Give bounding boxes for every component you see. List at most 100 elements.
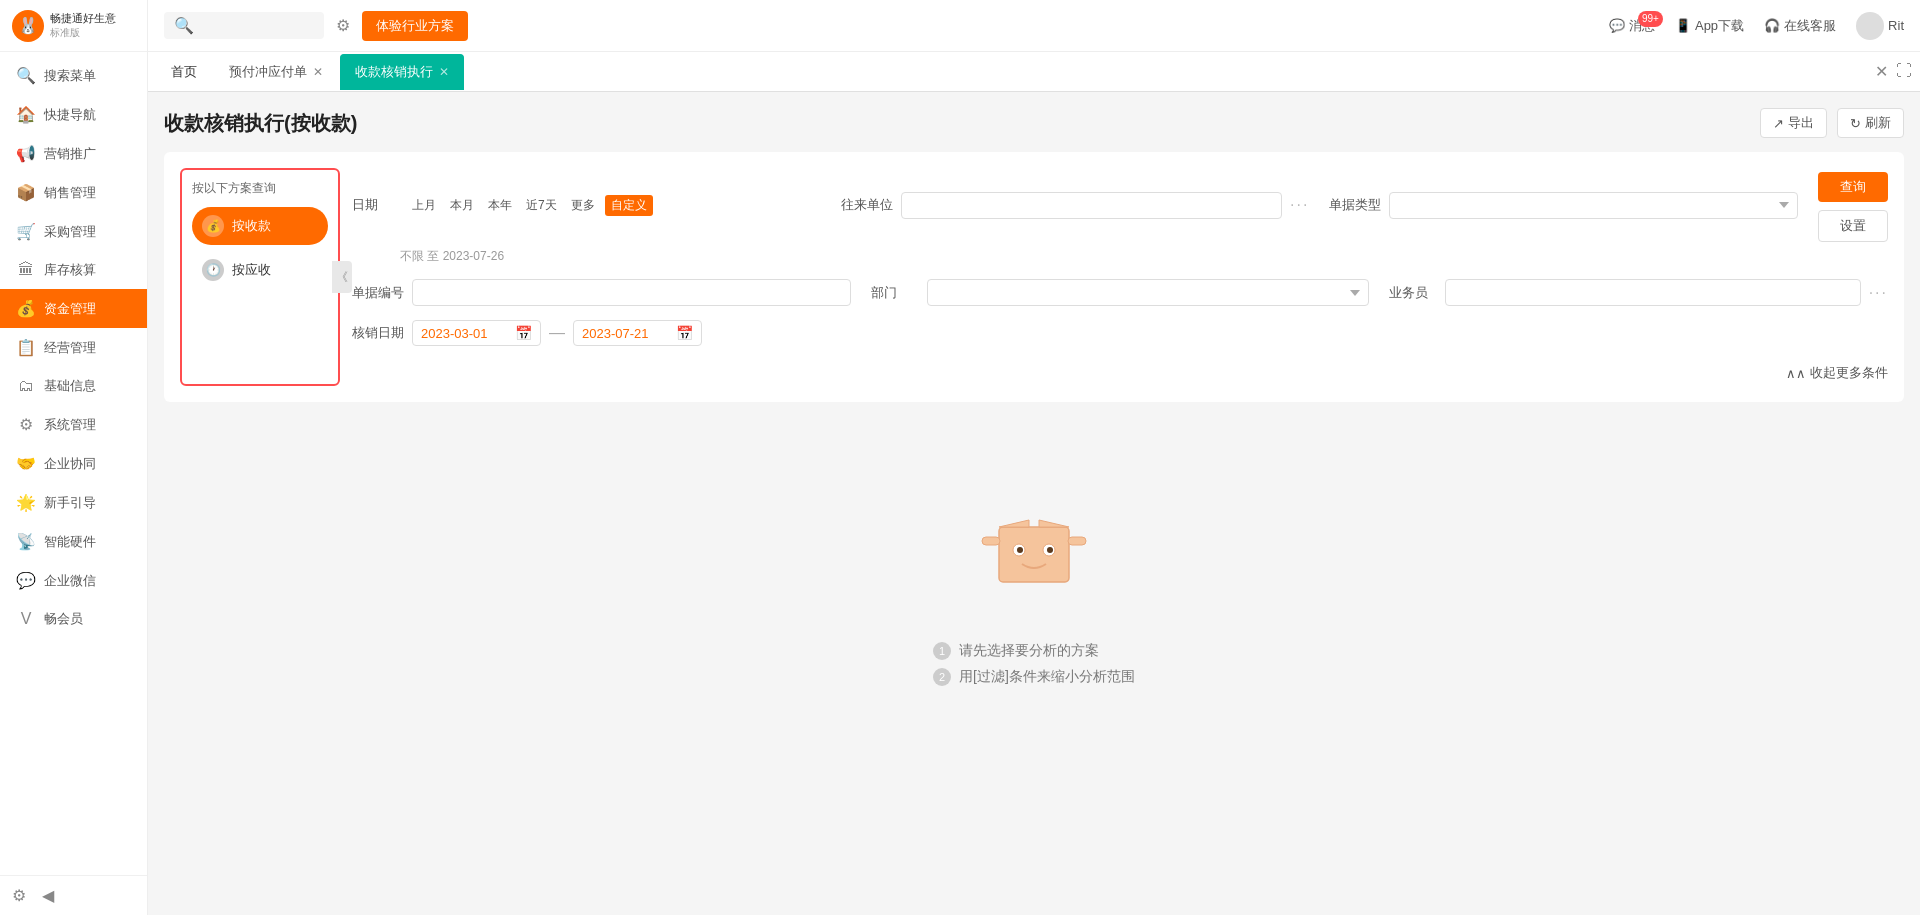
sidebar-item-member[interactable]: V 畅会员 <box>0 600 147 638</box>
user-profile[interactable]: Rit <box>1856 12 1904 40</box>
username: Rit <box>1888 18 1904 33</box>
more-conditions-toggle[interactable]: ∧∧ 收起更多条件 <box>352 360 1888 386</box>
date-custom-tag[interactable]: 自定义 <box>605 195 653 216</box>
sidebar-item-inventory[interactable]: 🏛 库存核算 <box>0 251 147 289</box>
empty-tips: 1 请先选择要分析的方案 2 用[过滤]条件来缩小分析范围 <box>933 642 1135 686</box>
date-unlimit-row: 不限 至 2023-07-26 <box>400 246 1888 265</box>
panel-collapse-btn[interactable]: 《 <box>332 261 352 293</box>
online-service-btn[interactable]: 🎧 在线客服 <box>1764 17 1836 35</box>
filter-option-receipt[interactable]: 💰 按收款 <box>192 207 328 245</box>
tab-prepay-label: 预付冲应付单 <box>229 63 307 81</box>
logo-icon: 🐰 <box>12 10 44 42</box>
sidebar-label-enterprise: 企业协同 <box>44 455 96 473</box>
staff-field: 业务员 ··· <box>1389 279 1888 306</box>
sidebar-icon-marketing: 📢 <box>16 144 36 163</box>
settings-btn[interactable]: 设置 <box>1818 210 1888 242</box>
app-download-btn[interactable]: 📱 App下载 <box>1675 17 1744 35</box>
counterparty-label: 往来单位 <box>841 196 893 214</box>
filter-receipt-icon: 💰 <box>202 215 224 237</box>
sidebar-item-enterprise[interactable]: 🤝 企业协同 <box>0 444 147 483</box>
sidebar-item-finance[interactable]: 💰 资金管理 <box>0 289 147 328</box>
sidebar-icon-wechat: 💬 <box>16 571 36 590</box>
sidebar-item-basicinfo[interactable]: 🗂 基础信息 <box>0 367 147 405</box>
verify-date-start-wrap[interactable]: 2023-03-01 📅 <box>412 320 541 346</box>
svg-point-4 <box>1047 547 1053 553</box>
counterparty-input[interactable] <box>901 192 1282 219</box>
sidebar-label-basicinfo: 基础信息 <box>44 377 96 395</box>
sidebar-item-business[interactable]: 📋 经营管理 <box>0 328 147 367</box>
settings-bottom-icon[interactable]: ⚙ <box>12 886 26 905</box>
date-range-dash: — <box>549 324 565 342</box>
close-window-icon[interactable]: ✕ <box>1875 62 1888 81</box>
svg-rect-6 <box>1068 537 1086 545</box>
tab-home[interactable]: 首页 <box>156 54 212 90</box>
staff-more-btn[interactable]: ··· <box>1869 284 1888 302</box>
industry-btn[interactable]: 体验行业方案 <box>362 11 468 41</box>
date-7days[interactable]: 近7天 <box>522 195 561 216</box>
sidebar-item-search[interactable]: 🔍 搜索菜单 <box>0 56 147 95</box>
counterparty-more-btn[interactable]: ··· <box>1290 196 1309 214</box>
tab-prepay-close[interactable]: ✕ <box>313 65 323 79</box>
sidebar-item-wechat[interactable]: 💬 企业微信 <box>0 561 147 600</box>
verify-date-start-input[interactable]: 2023-03-01 <box>421 326 509 341</box>
sidebar-label-quicknav: 快捷导航 <box>44 106 96 124</box>
date-shortcuts: 上月 本月 本年 近7天 更多 自定义 <box>408 195 653 216</box>
sidebar-label-wechat: 企业微信 <box>44 572 96 590</box>
sidebar-item-purchase[interactable]: 🛒 采购管理 <box>0 212 147 251</box>
header-actions: 💬 消息 99+ 📱 App下载 🎧 在线客服 Rit <box>1609 12 1904 40</box>
sidebar-label-purchase: 采购管理 <box>44 223 96 241</box>
empty-tip-1: 1 请先选择要分析的方案 <box>933 642 1135 660</box>
sidebar-item-quicknav[interactable]: 🏠 快捷导航 <box>0 95 147 134</box>
logo-brand: 畅捷通好生意 <box>50 11 116 25</box>
query-btn[interactable]: 查询 <box>1818 172 1888 202</box>
sidebar-item-sales[interactable]: 📦 销售管理 <box>0 173 147 212</box>
sidebar-item-hardware[interactable]: 📡 智能硬件 <box>0 522 147 561</box>
verify-date-end-input[interactable]: 2023-07-21 <box>582 326 670 341</box>
bill-no-input[interactable] <box>412 279 851 306</box>
sidebar-label-member: 畅会员 <box>44 610 83 628</box>
maximize-icon[interactable]: ⛶ <box>1896 62 1912 81</box>
tab-prepay[interactable]: 预付冲应付单 ✕ <box>214 54 338 90</box>
date-more[interactable]: 更多 <box>567 195 599 216</box>
tab-collection-label: 收款核销执行 <box>355 63 433 81</box>
verify-date-field: 核销日期 2023-03-01 📅 — 2023-07-21 📅 <box>352 320 702 346</box>
tab-collection[interactable]: 收款核销执行 ✕ <box>340 54 464 90</box>
filter-panel: 按以下方案查询 💰 按收款 🕐 按应收 《 <box>180 168 340 386</box>
calendar-end-icon[interactable]: 📅 <box>676 325 693 341</box>
filter-option-receivable[interactable]: 🕐 按应收 <box>192 251 328 289</box>
export-btn[interactable]: ↗ 导出 <box>1760 108 1827 138</box>
date-last-month[interactable]: 上月 <box>408 195 440 216</box>
filter-receipt-label: 按收款 <box>232 217 271 235</box>
logo-edition: 标准版 <box>50 26 116 40</box>
tip-num-1: 1 <box>933 642 951 660</box>
refresh-btn[interactable]: ↻ 刷新 <box>1837 108 1904 138</box>
date-unlimit-text: 不限 至 2023-07-26 <box>400 249 504 263</box>
service-icon: 🎧 <box>1764 18 1780 33</box>
staff-input[interactable] <box>1445 279 1860 306</box>
date-this-month[interactable]: 本月 <box>446 195 478 216</box>
action-buttons: 查询 设置 <box>1818 168 1888 242</box>
bill-type-select[interactable] <box>1389 192 1798 219</box>
sidebar-icon-enterprise: 🤝 <box>16 454 36 473</box>
tab-collection-close[interactable]: ✕ <box>439 65 449 79</box>
header-gear-icon[interactable]: ⚙ <box>336 16 350 35</box>
filter-receivable-icon: 🕐 <box>202 259 224 281</box>
dept-label: 部门 <box>871 284 919 302</box>
sidebar-item-guide[interactable]: 🌟 新手引导 <box>0 483 147 522</box>
header-search-box[interactable]: 🔍 <box>164 12 324 39</box>
refresh-label: 刷新 <box>1865 114 1891 132</box>
dept-select[interactable] <box>927 279 1370 306</box>
sidebar-item-marketing[interactable]: 📢 营销推广 <box>0 134 147 173</box>
refresh-icon: ↻ <box>1850 116 1861 131</box>
tip-text-1: 请先选择要分析的方案 <box>959 642 1099 660</box>
collapse-icon-small: ∧∧ <box>1786 366 1806 381</box>
filter-row-1: 日期 上月 本月 本年 近7天 更多 自定义 往来单位 ··· <box>352 168 1888 242</box>
sidebar-bottom: ⚙ ◀ <box>0 875 147 915</box>
filter-form: 日期 上月 本月 本年 近7天 更多 自定义 往来单位 ··· <box>352 168 1888 386</box>
message-btn[interactable]: 💬 消息 99+ <box>1609 17 1655 35</box>
date-this-year[interactable]: 本年 <box>484 195 516 216</box>
sidebar-item-system[interactable]: ⚙ 系统管理 <box>0 405 147 444</box>
collapse-icon[interactable]: ◀ <box>42 886 54 905</box>
calendar-start-icon[interactable]: 📅 <box>515 325 532 341</box>
verify-date-end-wrap[interactable]: 2023-07-21 📅 <box>573 320 702 346</box>
